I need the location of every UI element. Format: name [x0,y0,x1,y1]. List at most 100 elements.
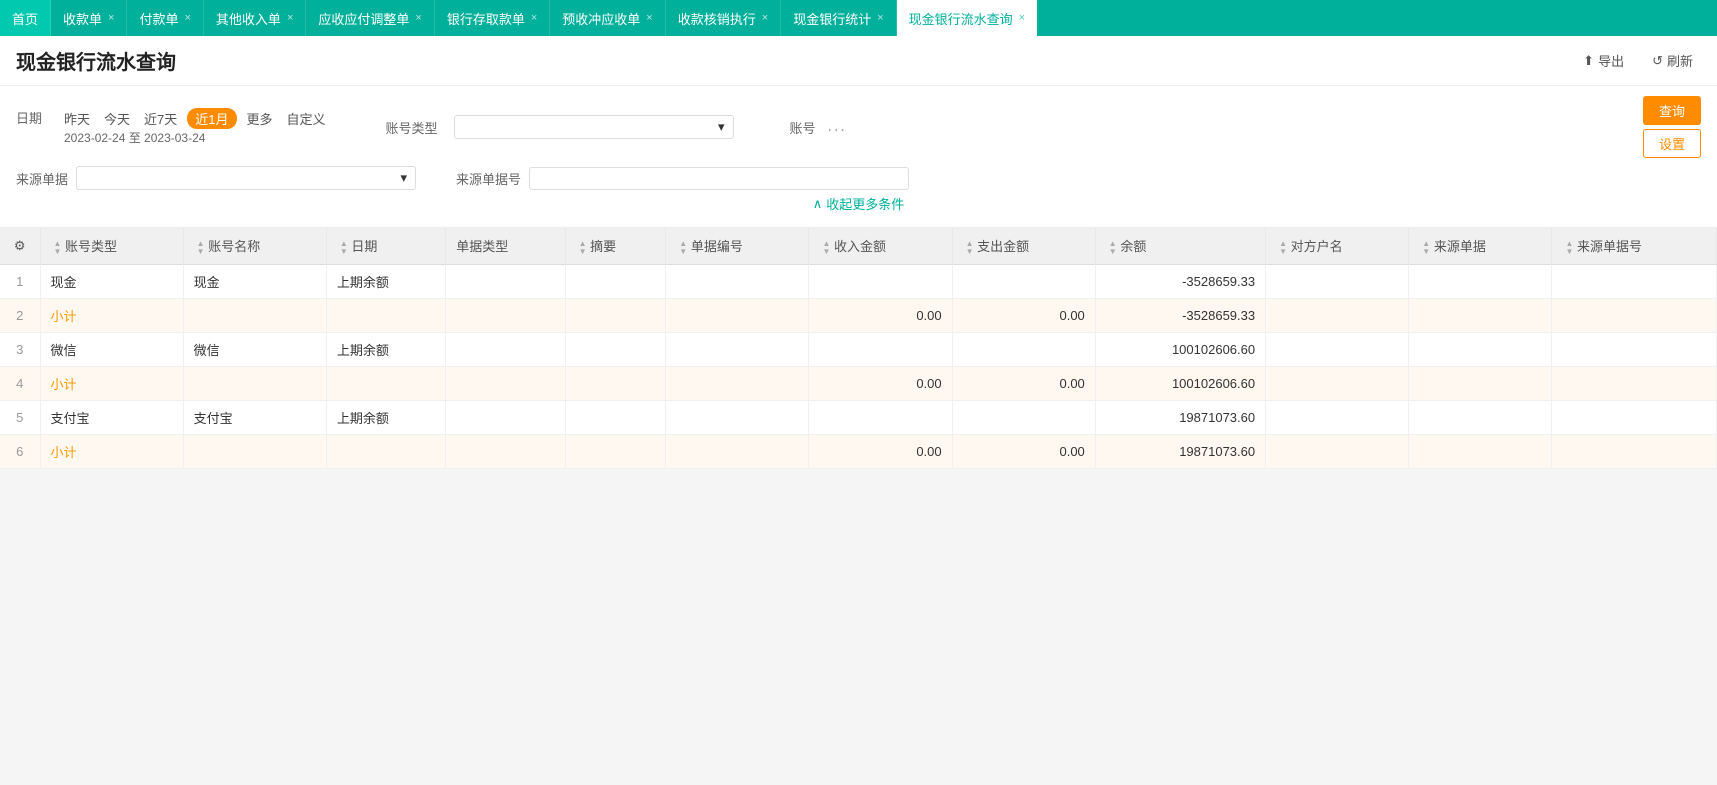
top-nav: 首页 收款单 × 付款单 × 其他收入单 × 应收应付调整单 × 银行存取款单 … [0,0,1717,36]
nav-tab-home[interactable]: 首页 [0,0,51,36]
nav-tab-prepay[interactable]: 预收冲应收单 × [550,0,665,36]
col-balance-label: 余额 [1120,239,1146,254]
doc-no-cell [666,400,809,434]
doc-no-cell [666,434,809,468]
date-range: 2023-02-24 至 2023-03-24 [64,129,330,146]
account-type-chevron-icon: ▾ [718,119,725,135]
nav-tab-receipt-close[interactable]: × [108,12,114,24]
col-counterpart-label: 对方户名 [1291,239,1343,254]
date-cell [326,434,445,468]
source-doc-item: 来源单据 ▾ [16,166,416,190]
col-summary-label: 摘要 [590,239,616,254]
date-cell: 上期余额 [326,264,445,298]
nav-tab-ar-ap-adj-close[interactable]: × [415,12,421,24]
collapse-bar[interactable]: ∧ 收起更多条件 [16,190,1701,217]
source-doc-cell [1409,264,1552,298]
balance-cell: 19871073.60 [1095,434,1265,468]
refresh-button[interactable]: ↺ 刷新 [1644,47,1701,74]
date-option-today[interactable]: 今天 [100,108,134,129]
income-cell: 0.00 [809,366,952,400]
account-type-select[interactable]: ▾ [454,115,734,139]
account-type-cell: 小计 [40,298,183,332]
date-cell: 上期余额 [326,332,445,366]
date-option-7days[interactable]: 近7天 [140,108,181,129]
col-doc-no: ▲▼ 单据编号 [666,228,809,264]
export-icon: ⬆ [1583,53,1594,69]
nav-tab-cash-flow-close[interactable]: × [1019,12,1025,24]
nav-tab-write-off-label: 收款核销执行 [678,9,756,28]
col-counterpart: ▲▼ 对方户名 [1266,228,1409,264]
doc-type-cell [446,434,565,468]
nav-tab-cash-stat-close[interactable]: × [877,12,883,24]
source-doc-no-cell [1552,434,1717,468]
nav-tab-bank-deposit[interactable]: 银行存取款单 × [435,0,550,36]
summary-cell [565,400,666,434]
filter-area: 日期 昨天 今天 近7天 近1月 更多 自定义 2023-02-24 至 202… [0,86,1717,228]
nav-tab-payment-close[interactable]: × [184,12,190,24]
income-cell: 0.00 [809,434,952,468]
date-option-1month[interactable]: 近1月 [187,108,236,129]
account-name-cell [183,298,326,332]
income-cell [809,332,952,366]
nav-tab-receipt[interactable]: 收款单 × [51,0,127,36]
export-button[interactable]: ⬆ 导出 [1575,47,1632,74]
account-name-cell [183,366,326,400]
row-num-cell: 4 [0,366,40,400]
date-option-more[interactable]: 更多 [243,108,277,129]
doc-type-cell [446,400,565,434]
nav-tab-other-income-close[interactable]: × [287,12,293,24]
date-label: 日期 [16,108,52,127]
date-cell [326,298,445,332]
nav-tab-bank-deposit-close[interactable]: × [531,12,537,24]
col-gear: ⚙ [0,228,40,264]
gear-icon[interactable]: ⚙ [14,238,26,253]
nav-tab-cash-flow-label: 现金银行流水查询 [909,9,1013,28]
nav-tab-cash-stat[interactable]: 现金银行统计 × [781,0,896,36]
data-table: ⚙ ▲▼ 账号类型 ▲▼ 账号名称 ▲▼ 日期 单据类型 ▲ [0,228,1717,469]
source-doc-cell [1409,332,1552,366]
date-cell [326,366,445,400]
nav-tab-prepay-close[interactable]: × [646,12,652,24]
row-num-cell: 3 [0,332,40,366]
balance-cell: -3528659.33 [1095,298,1265,332]
source-doc-no-item: 来源单据号 [456,167,909,190]
nav-tab-other-income-label: 其他收入单 [216,9,281,28]
nav-tab-ar-ap-adj[interactable]: 应收应付调整单 × [306,0,434,36]
collapse-label: 收起更多条件 [826,194,904,213]
col-date-label: 日期 [351,239,377,254]
doc-type-cell [446,264,565,298]
nav-tab-write-off[interactable]: 收款核销执行 × [666,0,781,36]
summary-cell [565,366,666,400]
source-doc-cell [1409,366,1552,400]
col-summary: ▲▼ 摘要 [565,228,666,264]
nav-tab-payment-label: 付款单 [139,9,178,28]
source-doc-cell [1409,298,1552,332]
col-account-type: ▲▼ 账号类型 [40,228,183,264]
table-row: 1现金现金上期余额-3528659.33 [0,264,1717,298]
table-row: 3微信微信上期余额100102606.60 [0,332,1717,366]
nav-tab-other-income[interactable]: 其他收入单 × [204,0,306,36]
date-option-custom[interactable]: 自定义 [283,108,330,129]
income-cell [809,400,952,434]
doc-no-cell [666,366,809,400]
nav-tab-write-off-close[interactable]: × [762,12,768,24]
refresh-icon: ↺ [1652,53,1663,69]
row-num-cell: 5 [0,400,40,434]
nav-tab-cash-stat-label: 现金银行统计 [793,9,871,28]
date-option-yesterday[interactable]: 昨天 [60,108,94,129]
collapse-up-icon: ∧ [813,196,823,212]
setting-button[interactable]: 设置 [1643,129,1701,158]
query-button[interactable]: 查询 [1643,96,1701,125]
col-account-type-label: 账号类型 [65,239,117,254]
source-doc-no-input[interactable] [529,167,909,190]
nav-tab-payment[interactable]: 付款单 × [127,0,203,36]
source-doc-select[interactable]: ▾ [76,166,416,190]
col-date: ▲▼ 日期 [326,228,445,264]
summary-cell [565,434,666,468]
doc-no-cell [666,298,809,332]
page-header: 现金银行流水查询 ⬆ 导出 ↺ 刷新 [0,36,1717,86]
account-more-button[interactable]: ... [828,118,847,136]
col-account-name: ▲▼ 账号名称 [183,228,326,264]
nav-tab-cash-flow[interactable]: 现金银行流水查询 × [897,0,1037,36]
col-source-doc-no-label: 来源单据号 [1577,239,1642,254]
